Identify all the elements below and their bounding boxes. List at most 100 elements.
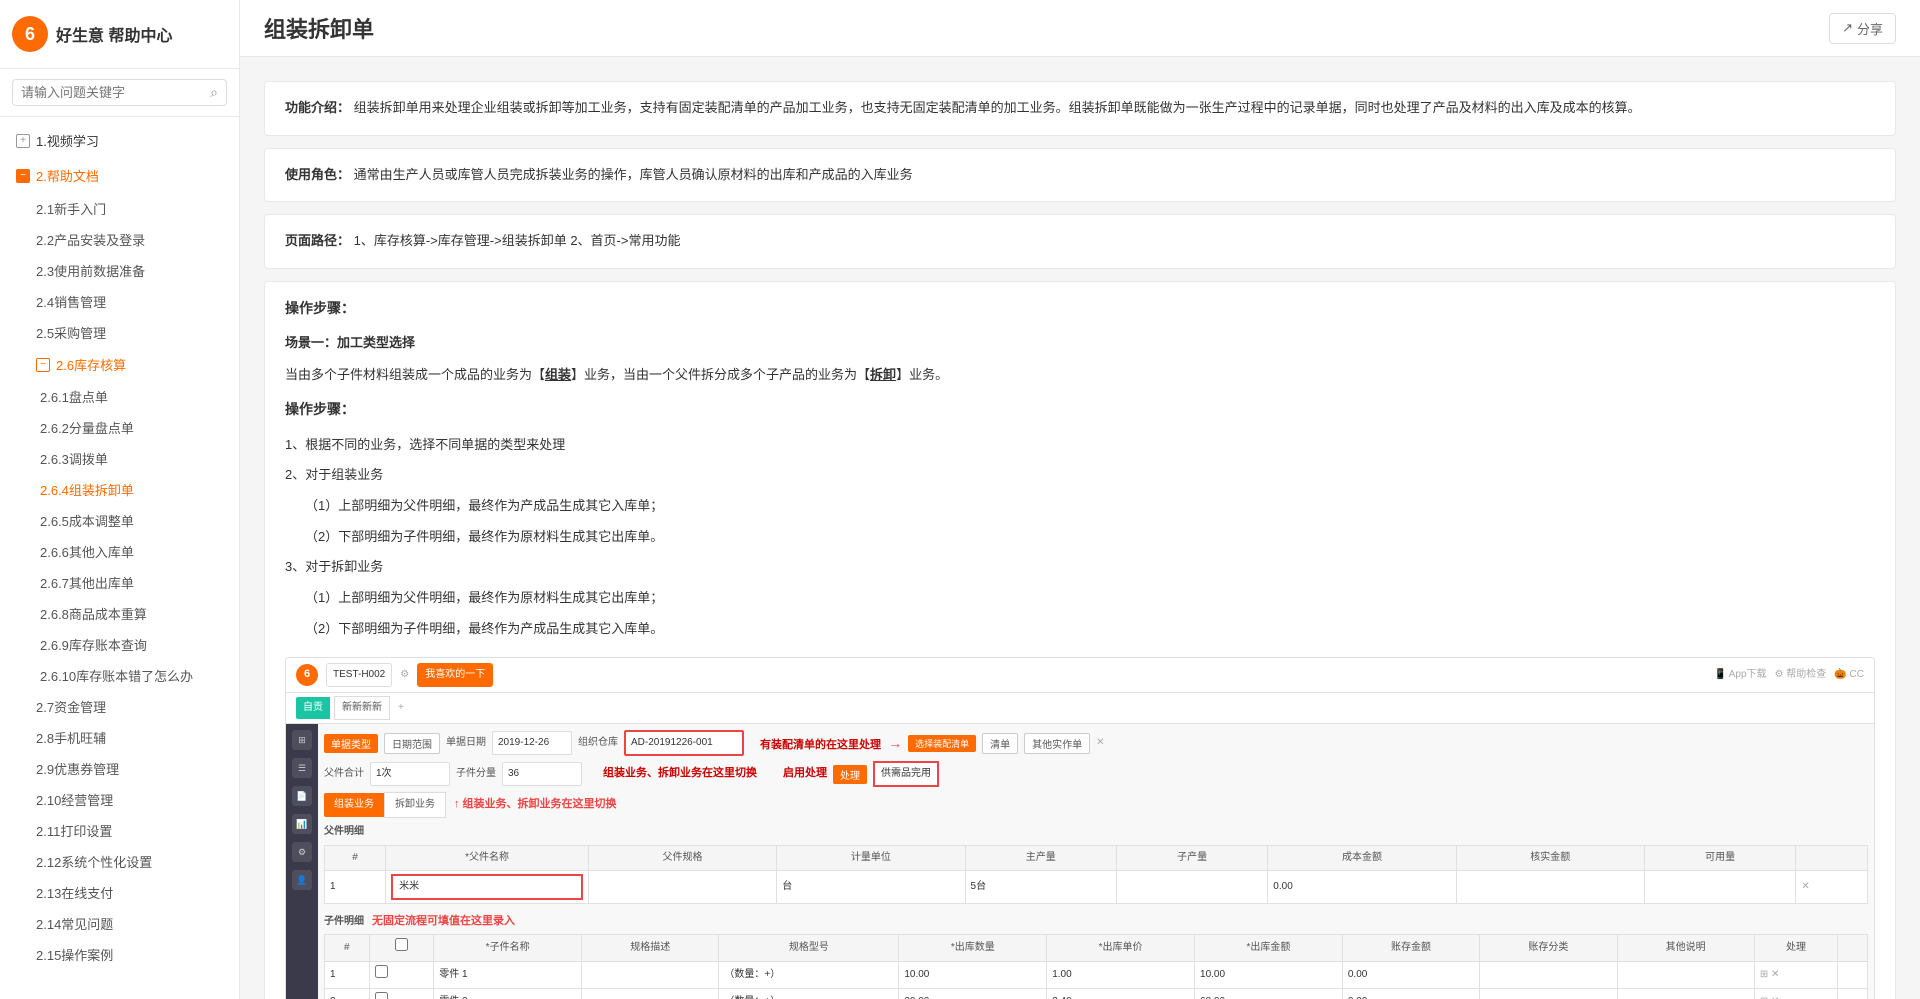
sidebar-item-2-6-10[interactable]: 2.6.10库存账本错了怎么办 (20, 660, 239, 691)
sim-nav-doc-icon[interactable]: 📄 (292, 786, 312, 806)
sidebar-item-docs[interactable]: − 2.帮助文档 (0, 158, 239, 193)
child-col-out-price: *出库单价 (1047, 935, 1195, 962)
row-avail (1644, 871, 1795, 904)
step2-text: 2、对于组装业务 (285, 463, 1875, 488)
sim-parent-table-header: # *父件名称 父件规格 计量单位 主产量 子产量 成本金额 核实金额 可用量 (325, 846, 1868, 871)
sim-config-btn[interactable]: 选择装配清单 (908, 735, 976, 752)
annotation5-text: 无固定流程可填值在这里录入 (372, 912, 515, 932)
sidebar-item-2-6-8[interactable]: 2.6.8商品成本重算 (20, 598, 239, 629)
child-row-num: 1 (325, 962, 370, 989)
sidebar-item-2-7[interactable]: 2.7资金管理 (0, 691, 239, 722)
sidebar-item-2-12[interactable]: 2.12系统个性化设置 (0, 846, 239, 877)
sidebar-item-2-6[interactable]: − 2.6库存核算 (0, 348, 239, 381)
sim-cancel-btn[interactable]: 日期范围 (384, 733, 440, 754)
sidebar-item-2-11[interactable]: 2.11打印设置 (0, 815, 239, 846)
row-num: 1 (325, 871, 386, 904)
ops-steps-label: 操作步骤： (285, 397, 1875, 422)
role-text: 通常由生产人员或库管人员完成拆装业务的操作，库管人员确认原材料的出库和产成品的入… (354, 167, 913, 182)
row-spec (588, 871, 776, 904)
sim-ui: 6 TEST-H002 ⚙ 我喜欢的一下 📱 App下载 ⚙ 帮助检查 🎃 CC… (286, 658, 1874, 999)
annotation4-text: 启用处理 (783, 767, 827, 779)
sim-more-btn[interactable]: 清单 (982, 733, 1018, 754)
collapse-icon: − (36, 358, 50, 372)
sim-process-btn[interactable]: 处理 (833, 765, 867, 784)
sim-logo-icon: 6 (296, 664, 318, 686)
expand-icon: − (16, 169, 30, 183)
sim-address: TEST-H002 (326, 663, 392, 687)
col-action (1796, 846, 1868, 871)
main-content: 组装拆卸单 ↗ 分享 功能介绍： 组装拆卸单用来处理企业组装或拆卸等加工业务，支… (240, 0, 1920, 999)
sim-date-input[interactable]: 2019-12-26 (492, 731, 572, 755)
sim-nav-user-icon[interactable]: 👤 (292, 870, 312, 890)
sidebar-item-2-3[interactable]: 2.3使用前数据准备 (0, 255, 239, 286)
sim-parent-total[interactable]: 1次 (370, 762, 450, 786)
sidebar-item-2-2[interactable]: 2.2产品安装及登录 (0, 224, 239, 255)
sidebar-item-2-6-5[interactable]: 2.6.5成本调整单 (20, 505, 239, 536)
sim-tab-disassemble[interactable]: 拆卸业务 (384, 792, 446, 818)
sim-nav-home-icon[interactable]: ⊞ (292, 730, 312, 750)
sidebar-item-2-13[interactable]: 2.13在线支付 (0, 877, 239, 908)
child-col-stock-amt: 账存金额 (1342, 935, 1479, 962)
sidebar-item-2-15[interactable]: 2.15操作案例 (0, 939, 239, 970)
sidebar-item-2-9[interactable]: 2.9优惠券管理 (0, 753, 239, 784)
search-icon[interactable]: ⌕ (210, 84, 218, 101)
sim-child-qty[interactable]: 36 (502, 762, 582, 786)
nav-section: + 1.视频学习 − 2.帮助文档 2.1新手入门 2.2产品安装及登录 2.3… (0, 117, 239, 976)
table-row: 1 零件 1 （数量：+） 10.00 1.00 10.00 0.00 (325, 962, 1868, 989)
select-all-checkbox[interactable] (395, 938, 408, 951)
sim-save-btn[interactable]: 单据类型 (324, 734, 378, 753)
role-label: 使用角色： (285, 167, 350, 182)
share-button[interactable]: ↗ 分享 (1829, 13, 1896, 44)
sim-parent-table: # *父件名称 父件规格 计量单位 主产量 子产量 成本金额 核实金额 可用量 (324, 845, 1868, 904)
sim-nav-chart-icon[interactable]: 📊 (292, 814, 312, 834)
sim-sub-row: 父件合计 1次 子件分量 36 组装业务、拆卸业务在这里切换 (324, 761, 1868, 787)
row-unit: 台 (777, 871, 965, 904)
path-text: 1、库存核算->库存管理->组装拆卸单 2、首页->常用功能 (354, 233, 681, 248)
col-unit: 计量单位 (777, 846, 965, 871)
sim-nav-settings-icon[interactable]: ⚙ (292, 842, 312, 862)
child-col-out-amt: *出库金额 (1195, 935, 1343, 962)
sim-child-table-header: # *子件名称 规格描述 规格型号 *出库数量 *出库单价 *出库金额 账存金 (325, 935, 1868, 962)
sidebar-item-2-6-3[interactable]: 2.6.3调拨单 (20, 443, 239, 474)
ops-label: 操作步骤： (285, 296, 1875, 321)
row-ops: ✕ (1796, 871, 1868, 904)
sim-parent-table-label: 父件明细 (324, 823, 1868, 841)
sidebar-item-2-6-6[interactable]: 2.6.6其他入库单 (20, 536, 239, 567)
sim-tab-active[interactable]: 自贡 (296, 697, 330, 719)
sidebar-item-2-1[interactable]: 2.1新手入门 (0, 193, 239, 224)
sim-tab-assemble[interactable]: 组装业务 (324, 793, 384, 817)
step1-text: 1、根据不同的业务，选择不同单据的类型来处理 (285, 433, 1875, 458)
sidebar-item-video[interactable]: + 1.视频学习 (0, 123, 239, 158)
sidebar-item-2-6-2[interactable]: 2.6.2分量盘点单 (20, 412, 239, 443)
sidebar-item-2-10[interactable]: 2.10经营管理 (0, 784, 239, 815)
nav-sub-docs: 2.1新手入门 2.2产品安装及登录 2.3使用前数据准备 2.4销售管理 2.… (0, 193, 239, 970)
sidebar-item-2-5[interactable]: 2.5采购管理 (0, 317, 239, 348)
sidebar-item-2-4[interactable]: 2.4销售管理 (0, 286, 239, 317)
sidebar-item-2-6-7[interactable]: 2.6.7其他出库单 (20, 567, 239, 598)
logo-icon: 6 (12, 16, 48, 52)
sim-child-table: # *子件名称 规格描述 规格型号 *出库数量 *出库单价 *出库金额 账存金 (324, 934, 1868, 999)
sim-fav-btn[interactable]: 我喜欢的一下 (417, 663, 493, 687)
sim-child-header: 子件明细 无固定流程可填值在这里录入 (324, 912, 1868, 932)
sidebar-item-2-6-9[interactable]: 2.6.9库存账本查询 (20, 629, 239, 660)
sidebar-item-2-14[interactable]: 2.14常见问题 (0, 908, 239, 939)
page-title: 组装拆卸单 (264, 12, 374, 44)
row-checkbox2[interactable] (375, 992, 388, 999)
sim-process-input[interactable]: 供需品完用 (873, 761, 939, 787)
child-row-ops-icon[interactable]: ⊞ ✕ (1760, 969, 1780, 980)
path-block: 页面路径： 1、库存核算->库存管理->组装拆卸单 2、首页->常用功能 (264, 214, 1896, 269)
sidebar-item-2-6-4[interactable]: 2.6.4组装拆卸单 (20, 474, 239, 505)
sim-confirm-btn[interactable]: 其他实作单 (1024, 733, 1090, 754)
sidebar-item-2-6-1[interactable]: 2.6.1盘点单 (20, 381, 239, 412)
row-checkbox[interactable] (375, 965, 388, 978)
sim-tab-inactive[interactable]: 新新新新 (334, 696, 390, 720)
expand-icon: + (16, 134, 30, 148)
step2-sub1-text: （1）上部明细为父件明细，最终作为产成品生成其它入库单； (285, 494, 1875, 519)
row-delete-icon[interactable]: ✕ (1801, 881, 1809, 892)
parent-name-input[interactable]: 米米 (391, 874, 583, 900)
search-input[interactable] (21, 85, 210, 100)
sidebar-item-2-8[interactable]: 2.8手机旺辅 (0, 722, 239, 753)
sim-nav-list-icon[interactable]: ☰ (292, 758, 312, 778)
sim-org-input[interactable]: AD-20191226-001 (624, 730, 744, 756)
child-col-other: 其他说明 (1617, 935, 1754, 962)
